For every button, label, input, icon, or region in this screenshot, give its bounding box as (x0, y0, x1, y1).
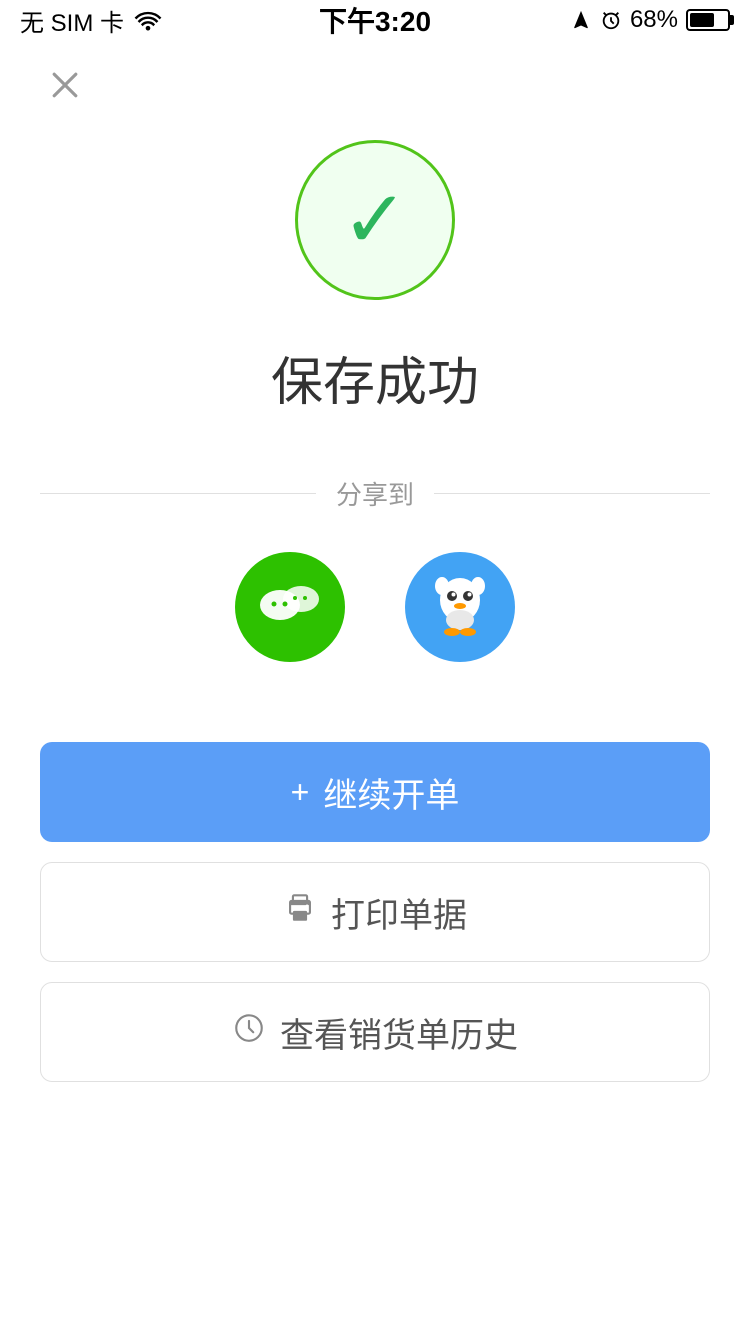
status-bar: 无 SIM 卡 下午3:20 68% (0, 0, 750, 40)
alarm-icon (600, 9, 622, 31)
location-icon (570, 9, 592, 31)
share-label: 分享到 (336, 475, 414, 512)
checkmark-icon: ✓ (341, 180, 408, 260)
success-circle: ✓ (295, 140, 455, 300)
continue-label: 继续开单 (323, 768, 459, 817)
divider-left (40, 493, 316, 494)
wechat-icon (255, 577, 325, 637)
battery-icon (686, 9, 730, 31)
qq-share-button[interactable] (405, 552, 515, 662)
share-icons (235, 552, 515, 662)
print-icon (283, 891, 317, 933)
battery-percent: 68% (630, 6, 678, 34)
close-button[interactable] (40, 60, 90, 110)
action-buttons: + 继续开单 打印单据 (40, 742, 710, 1082)
main-content: ✓ 保存成功 分享到 (0, 40, 750, 1334)
history-label: 查看销货单历史 (280, 1008, 518, 1057)
status-right: 68% (570, 6, 730, 34)
status-time: 下午3:20 (319, 0, 431, 40)
divider-right (434, 493, 710, 494)
history-icon (232, 1011, 266, 1053)
print-button[interactable]: 打印单据 (40, 862, 710, 962)
wechat-share-button[interactable] (235, 552, 345, 662)
history-button[interactable]: 查看销货单历史 (40, 982, 710, 1082)
success-title: 保存成功 (271, 340, 479, 415)
sim-text: 无 SIM 卡 (20, 3, 124, 38)
qq-icon (428, 572, 493, 642)
close-icon (47, 67, 83, 103)
wifi-icon (134, 9, 162, 31)
print-label: 打印单据 (331, 888, 467, 937)
battery-fill (690, 13, 714, 27)
status-left: 无 SIM 卡 (20, 3, 162, 38)
plus-icon: + (291, 774, 310, 811)
continue-button[interactable]: + 继续开单 (40, 742, 710, 842)
share-divider: 分享到 (40, 475, 710, 512)
